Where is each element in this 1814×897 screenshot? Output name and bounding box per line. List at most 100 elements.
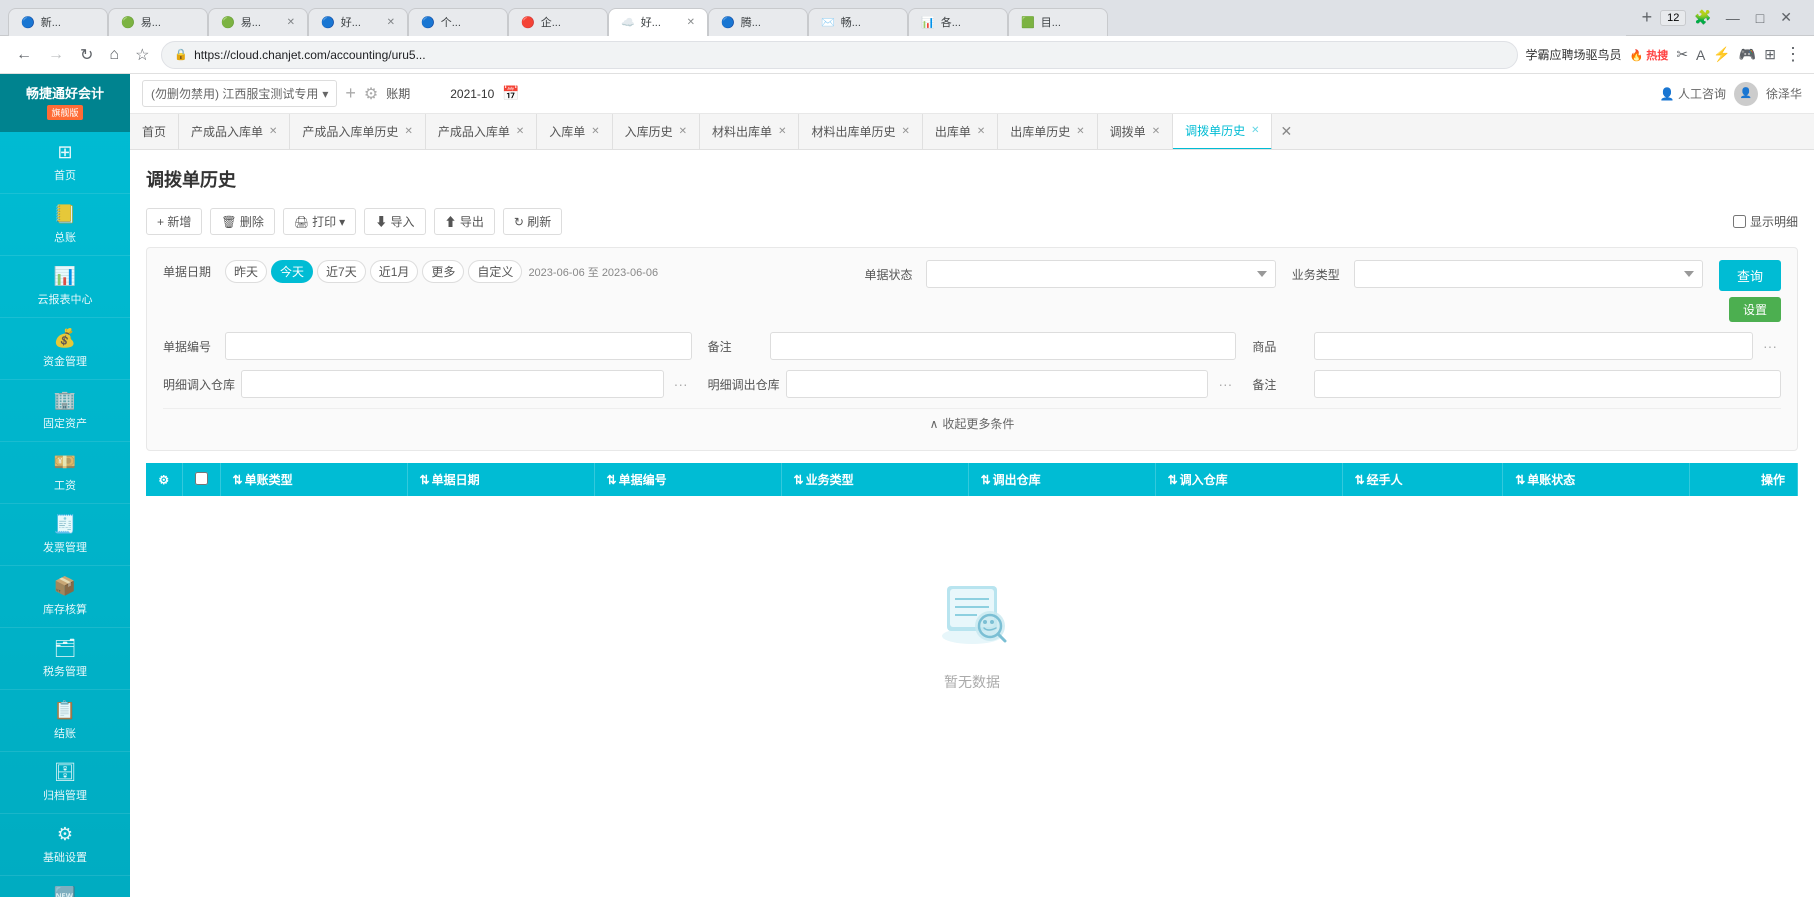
user-service-btn[interactable]: 👤 人工咨询	[1660, 85, 1726, 102]
detail-in-input[interactable]	[241, 370, 664, 398]
query-btn[interactable]: 查询	[1719, 260, 1781, 291]
col-status-header[interactable]: ⇅ 单账状态	[1503, 463, 1690, 496]
detail-remark-input[interactable]	[1314, 370, 1781, 398]
sidebar-item-fixed-assets[interactable]: 🏢固定资产	[0, 380, 130, 442]
sidebar-item-guide[interactable]: 🆕新手引导	[0, 876, 130, 897]
col-handler-header[interactable]: ⇅ 经手人	[1342, 463, 1503, 496]
browser-tab-7[interactable]: ☁️好...✕	[608, 8, 708, 36]
browser-tab-1[interactable]: 🔵新...	[8, 8, 108, 36]
date-btn-自定义[interactable]: 自定义	[468, 260, 522, 283]
maximize-btn[interactable]: □	[1750, 10, 1770, 26]
page-tab-transfer-history[interactable]: 调拨单历史✕	[1173, 114, 1272, 150]
page-tab-close-transfer-history[interactable]: ✕	[1251, 125, 1259, 136]
browser-tab-5[interactable]: 🔵个...	[408, 8, 508, 36]
page-tab-close-product-in-history[interactable]: ✕	[404, 126, 412, 137]
page-tab-close-out-order[interactable]: ✕	[977, 126, 985, 137]
grid-icon[interactable]: ⊞	[1764, 46, 1776, 63]
goods-more-icon[interactable]: ···	[1759, 338, 1781, 354]
page-tab-product-in2[interactable]: 产成品入库单✕	[426, 114, 537, 150]
browser-tab-6[interactable]: 🔴企...	[508, 8, 608, 36]
new-tab-btn[interactable]: +	[1638, 7, 1657, 28]
col-date-header[interactable]: ⇅ 单据日期	[407, 463, 594, 496]
delete-btn[interactable]: 🗑 删除	[210, 208, 275, 235]
show-cols-toggle[interactable]: 显示明细	[1733, 213, 1798, 230]
refresh-page-btn[interactable]: ↻ 刷新	[503, 208, 562, 235]
table-checkbox-header[interactable]	[182, 463, 220, 496]
docno-filter-input[interactable]	[225, 332, 692, 360]
sidebar-item-inventory[interactable]: 📦库存核算	[0, 566, 130, 628]
page-tab-product-in[interactable]: 产成品入库单✕	[179, 114, 290, 150]
refresh-browser-btn[interactable]: ↻	[76, 41, 97, 69]
filter-settings-btn[interactable]: 设置	[1729, 297, 1781, 322]
date-btn-近7天[interactable]: 近7天	[317, 260, 366, 283]
settings-gear-icon[interactable]: ⚙	[364, 84, 378, 104]
user-avatar[interactable]: 👤	[1734, 82, 1758, 106]
page-tab-close-out-history[interactable]: ✕	[1076, 126, 1084, 137]
detail-out-input[interactable]	[786, 370, 1209, 398]
extensions-icon[interactable]: 🧩	[1690, 9, 1715, 26]
browser-tab-10[interactable]: 📊各...	[908, 8, 1008, 36]
sidebar-item-settings[interactable]: ⚙基础设置	[0, 814, 130, 876]
page-tab-out-history[interactable]: 出库单历史✕	[998, 114, 1097, 150]
page-tab-in-order[interactable]: 入库单✕	[537, 114, 612, 150]
calendar-icon[interactable]: 📅	[502, 85, 519, 102]
page-tab-close-transfer[interactable]: ✕	[1152, 126, 1160, 137]
print-btn[interactable]: 🖨 打印 ▾	[283, 208, 356, 235]
home-browser-btn[interactable]: ⌂	[105, 42, 123, 68]
add-company-btn[interactable]: +	[345, 83, 356, 104]
bookmark-btn[interactable]: ☆	[131, 41, 153, 69]
page-tab-home[interactable]: 首页	[130, 114, 179, 150]
col-type-header[interactable]: ⇅ 单账类型	[220, 463, 407, 496]
col-biz-header[interactable]: ⇅ 业务类型	[781, 463, 968, 496]
extensions-icon2[interactable]: ⚡	[1713, 46, 1730, 63]
date-btn-昨天[interactable]: 昨天	[225, 260, 267, 283]
page-tab-close-material-out-history[interactable]: ✕	[901, 126, 909, 137]
sidebar-item-tax[interactable]: 🗂税务管理	[0, 628, 130, 690]
show-cols-checkbox-input[interactable]	[1733, 215, 1746, 228]
col-in-wh-header[interactable]: ⇅ 调入仓库	[1155, 463, 1342, 496]
close-all-tabs-btn[interactable]: ✕	[1272, 123, 1300, 140]
sidebar-item-home[interactable]: ⊞首页	[0, 132, 130, 194]
company-selector[interactable]: (勿删勿禁用) 江西服宝测试专用 ▾	[142, 80, 337, 107]
new-btn[interactable]: + 新增	[146, 208, 202, 235]
close-btn[interactable]: ✕	[1774, 9, 1798, 26]
col-no-header[interactable]: ⇅ 单据编号	[594, 463, 781, 496]
page-tab-out-order[interactable]: 出库单✕	[923, 114, 998, 150]
detail-in-more-icon[interactable]: ···	[670, 376, 692, 392]
page-tab-product-in-history[interactable]: 产成品入库单历史✕	[290, 114, 425, 150]
detail-out-more-icon[interactable]: ···	[1214, 376, 1236, 392]
address-input[interactable]: 🔒 https://cloud.chanjet.com/accounting/u…	[161, 41, 1517, 69]
remark-filter-input[interactable]	[770, 332, 1237, 360]
sidebar-item-wages[interactable]: 💴工资	[0, 442, 130, 504]
col-out-wh-header[interactable]: ⇅ 调出仓库	[968, 463, 1155, 496]
collapse-btn[interactable]: ∧ 收起更多条件	[930, 415, 1015, 432]
sidebar-item-invoice[interactable]: 🧾发票管理	[0, 504, 130, 566]
browser-tab-2[interactable]: 🟢易...	[108, 8, 208, 36]
sidebar-item-funds[interactable]: 💰资金管理	[0, 318, 130, 380]
browser-tab-11[interactable]: 🟩目...	[1008, 8, 1108, 36]
page-tab-material-out[interactable]: 材料出库单✕	[700, 114, 799, 150]
more-btn[interactable]: ⋮	[1784, 44, 1802, 65]
page-tab-close-product-in[interactable]: ✕	[269, 126, 277, 137]
date-btn-近1月[interactable]: 近1月	[370, 260, 419, 283]
select-all-checkbox[interactable]	[195, 472, 208, 485]
page-tab-close-in-history[interactable]: ✕	[679, 126, 687, 137]
date-btn-更多[interactable]: 更多	[422, 260, 464, 283]
sidebar-item-ledger[interactable]: 📒总账	[0, 194, 130, 256]
page-tab-close-material-out[interactable]: ✕	[778, 126, 786, 137]
status-filter-select[interactable]	[926, 260, 1275, 288]
table-gear-header[interactable]: ⚙	[146, 463, 182, 496]
sidebar-item-close[interactable]: 📋结账	[0, 690, 130, 752]
browser-tab-3[interactable]: 🟢易...✕	[208, 8, 308, 36]
page-tab-close-product-in2[interactable]: ✕	[516, 126, 524, 137]
browser-tab-8[interactable]: 🔵腾...	[708, 8, 808, 36]
biz-type-filter-select[interactable]	[1354, 260, 1703, 288]
export-btn[interactable]: ⬆ 导出	[434, 208, 495, 235]
translate-icon[interactable]: A	[1696, 47, 1705, 63]
minimize-btn[interactable]: —	[1720, 10, 1746, 26]
date-btn-今天[interactable]: 今天	[271, 260, 313, 283]
forward-btn[interactable]: →	[44, 42, 68, 68]
import-btn[interactable]: ⬇ 导入	[364, 208, 425, 235]
page-tab-transfer[interactable]: 调拨单✕	[1098, 114, 1173, 150]
goods-filter-input[interactable]	[1314, 332, 1753, 360]
